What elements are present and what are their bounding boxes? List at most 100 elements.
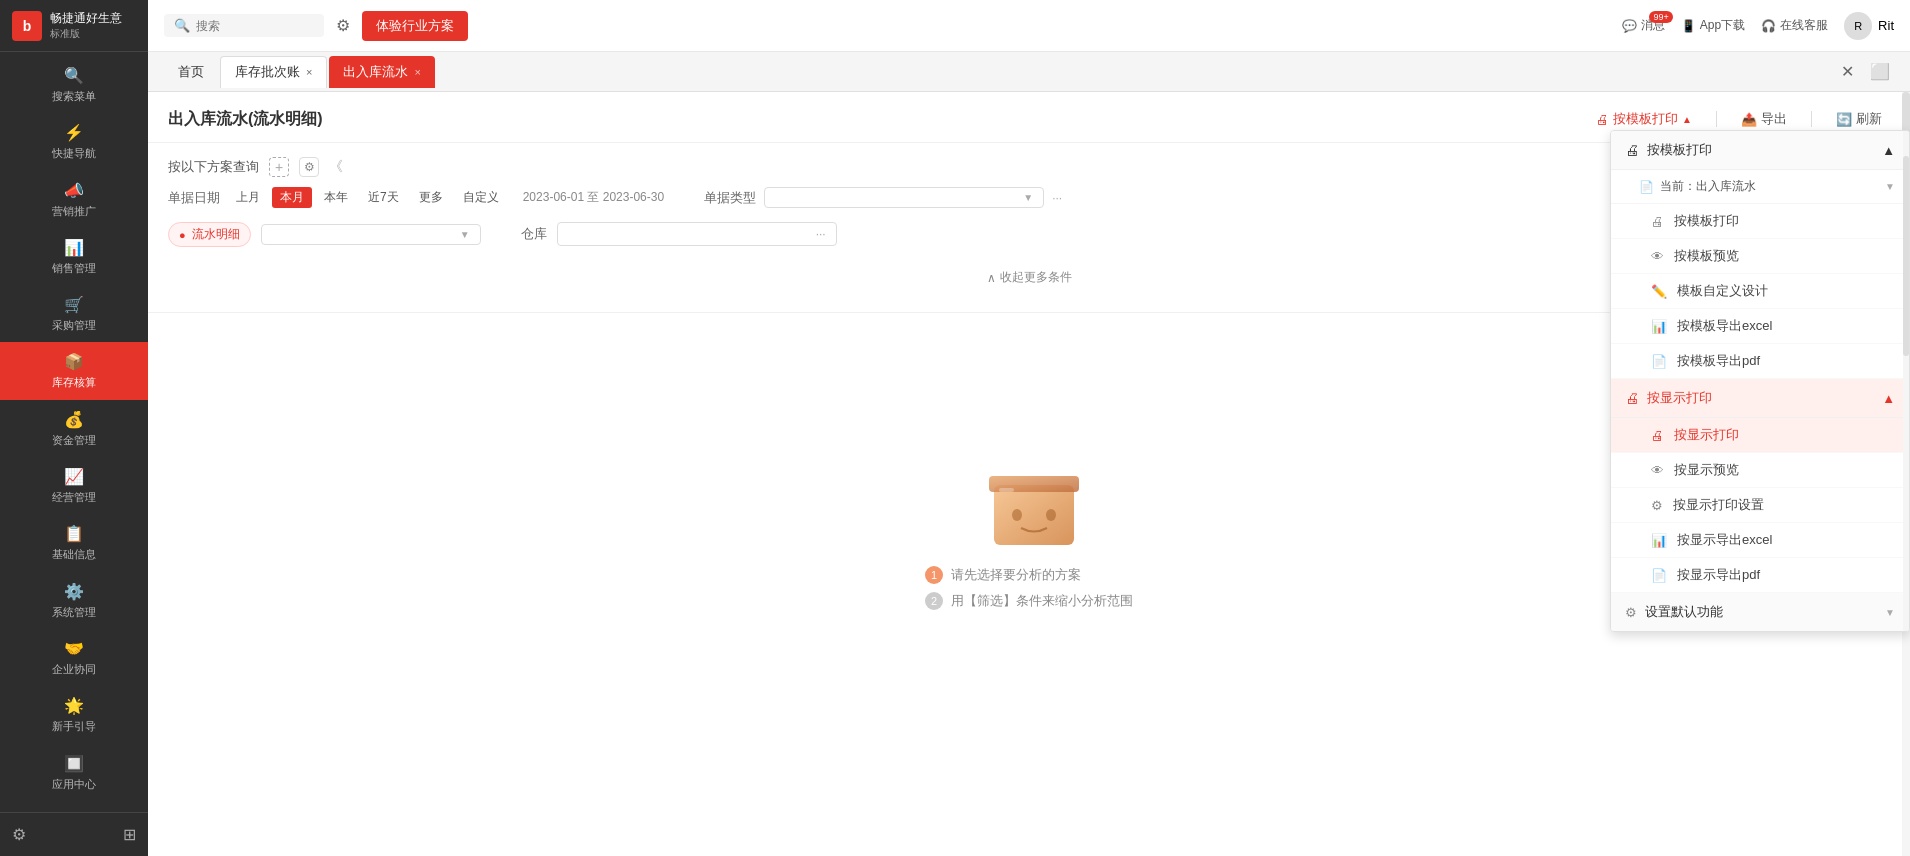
dropdown-section-template-print[interactable]: 🖨 按模板打印 ▲ (1611, 131, 1909, 170)
filter-chip-flow-detail[interactable]: ● 流水明细 (168, 222, 251, 247)
empty-illustration (979, 450, 1079, 550)
online-service-label: 在线客服 (1780, 17, 1828, 34)
export-button[interactable]: 📤 导出 (1733, 106, 1795, 132)
sidebar-logo: b 畅捷通好生意 标准版 (0, 0, 148, 52)
avatar-initial: R (1854, 20, 1862, 32)
tab-close-batch-account[interactable]: × (306, 66, 312, 78)
app-name: 畅捷通好生意 (50, 10, 122, 27)
dropdown-section2-label: 按显示打印 (1647, 389, 1712, 407)
display-preview-icon: 👁 (1651, 463, 1664, 478)
sidebar-item-wechat[interactable]: 💬 企业微信 (0, 801, 148, 812)
dropdown-item-display-print[interactable]: 🖨 按显示打印 (1611, 418, 1909, 453)
tab-home[interactable]: 首页 (164, 56, 218, 88)
tab-close-inventory-flow[interactable]: × (414, 66, 420, 78)
dropdown-item-display-export-pdf[interactable]: 📄 按显示导出pdf (1611, 558, 1909, 593)
filter-chip-label: 流水明细 (192, 226, 240, 243)
sidebar-item-label: 系统管理 (52, 605, 96, 619)
tab-batch-account[interactable]: 库存批次账 × (220, 56, 327, 88)
pdf-icon: 📄 (1651, 354, 1667, 369)
print-icon: 🖨 (1651, 214, 1664, 229)
sidebar-item-corp[interactable]: 🤝 企业协同 (0, 629, 148, 686)
preview-icon: 👁 (1651, 249, 1664, 264)
export-label: 导出 (1761, 110, 1787, 128)
sidebar-item-purchase[interactable]: 🛒 采购管理 (0, 285, 148, 342)
dropdown-item-display-export-excel[interactable]: 📊 按显示导出excel (1611, 523, 1909, 558)
svg-rect-4 (999, 488, 1014, 492)
sidebar-item-system[interactable]: ⚙️ 系统管理 (0, 572, 148, 629)
sidebar-item-basic[interactable]: 📋 基础信息 (0, 514, 148, 571)
basic-icon: 📋 (64, 524, 84, 543)
filter-settings-button[interactable]: ⚙ (299, 157, 319, 177)
chevron-up-icon: ▲ (1882, 143, 1895, 158)
print-template-button[interactable]: 🖨 按模板打印 ▲ (1588, 106, 1700, 132)
biz-type-select[interactable]: ▼ (261, 224, 481, 245)
chevron-up-icon: ▲ (1682, 114, 1692, 125)
dropdown-item-template-print[interactable]: 🖨 按模板打印 (1611, 204, 1909, 239)
tabbar-controls: ✕ ⬜ (1837, 58, 1894, 85)
tab-inventory-flow[interactable]: 出入库流水 × (329, 56, 434, 88)
dropdown-current-template[interactable]: 📄 当前：出入库流水 ▼ (1611, 170, 1909, 204)
chevron-down-icon: ▼ (1023, 192, 1033, 203)
display-print-settings-label: 按显示打印设置 (1673, 496, 1764, 514)
topbar-search-box[interactable]: 🔍 (164, 14, 324, 37)
search-input[interactable] (196, 19, 314, 33)
dropdown-item-template-export-excel[interactable]: 📊 按模板导出excel (1611, 309, 1909, 344)
dropdown-scrollbar-thumb[interactable] (1903, 156, 1909, 356)
dropdown-footer-default-function[interactable]: ⚙ 设置默认功能 ▼ (1611, 593, 1909, 631)
sidebar-item-label: 搜索菜单 (52, 89, 96, 103)
sidebar-item-sales[interactable]: 📊 销售管理 (0, 228, 148, 285)
dropdown-item-template-design[interactable]: ✏️ 模板自定义设计 (1611, 274, 1909, 309)
avatar: R (1844, 12, 1872, 40)
settings-icon[interactable]: ⚙ (12, 825, 26, 844)
message-button[interactable]: 💬 消息 99+ (1622, 17, 1665, 34)
home-tab-label: 首页 (178, 63, 204, 81)
sidebar-item-label: 营销推广 (52, 204, 96, 218)
system-icon: ⚙️ (64, 582, 84, 601)
sidebar-item-guide[interactable]: 🌟 新手引导 (0, 686, 148, 743)
online-service-button[interactable]: 🎧 在线客服 (1761, 17, 1828, 34)
collapse-button[interactable]: ∧ 收起更多条件 (987, 263, 1072, 292)
sidebar-item-quick-nav[interactable]: ⚡ 快捷导航 (0, 113, 148, 170)
sidebar-item-apps[interactable]: 🔲 应用中心 (0, 744, 148, 801)
dropdown-item-display-print-settings[interactable]: ⚙ 按显示打印设置 (1611, 488, 1909, 523)
date-tab-this-month[interactable]: 本月 (272, 187, 312, 208)
sidebar-item-label: 应用中心 (52, 777, 96, 791)
dropdown-item-template-preview[interactable]: 👁 按模板预览 (1611, 239, 1909, 274)
app-download-button[interactable]: 📱 App下载 (1681, 17, 1745, 34)
mobile-icon: 📱 (1681, 19, 1696, 33)
date-tab-this-year[interactable]: 本年 (316, 187, 356, 208)
sidebar-item-operation[interactable]: 📈 经营管理 (0, 457, 148, 514)
industry-solution-button[interactable]: 体验行业方案 (362, 11, 468, 41)
doc-type-select[interactable]: ▼ (764, 187, 1044, 208)
doc-type-more-button[interactable]: ··· (1052, 191, 1062, 205)
dropdown-item-template-export-pdf[interactable]: 📄 按模板导出pdf (1611, 344, 1909, 379)
maximize-icon[interactable]: ⬜ (1866, 58, 1894, 85)
filter-add-button[interactable]: + (269, 157, 289, 177)
filter-collapse-icon[interactable]: 《 (329, 158, 343, 176)
user-menu[interactable]: R Rit (1844, 12, 1894, 40)
step-1-text: 请先选择要分析的方案 (951, 566, 1081, 584)
dropdown-item-display-preview[interactable]: 👁 按显示预览 (1611, 453, 1909, 488)
page-actions: 🖨 按模板打印 ▲ 📤 导出 🔄 刷新 (1588, 106, 1890, 132)
sidebar-item-search[interactable]: 🔍 搜索菜单 (0, 56, 148, 113)
sidebar-item-label: 采购管理 (52, 318, 96, 332)
svg-point-2 (1012, 509, 1022, 521)
refresh-button[interactable]: 🔄 刷新 (1828, 106, 1890, 132)
dropdown-section-display-print[interactable]: 🖨 按显示打印 ▲ (1611, 379, 1909, 418)
sidebar-item-marketing[interactable]: 📣 营销推广 (0, 171, 148, 228)
sidebar-item-inventory[interactable]: 📦 库存核算 (0, 342, 148, 399)
operation-icon: 📈 (64, 467, 84, 486)
close-all-tabs-icon[interactable]: ✕ (1837, 58, 1858, 85)
date-tab-custom[interactable]: 自定义 (455, 187, 507, 208)
sidebar-item-label: 快捷导航 (52, 146, 96, 160)
print-template-label: 按模板打印 (1613, 110, 1678, 128)
date-tab-7days[interactable]: 近7天 (360, 187, 407, 208)
chevron-up-icon: ∧ (987, 271, 996, 285)
date-tab-last-month[interactable]: 上月 (228, 187, 268, 208)
sidebar-item-finance[interactable]: 💰 资金管理 (0, 400, 148, 457)
warehouse-select[interactable]: ··· (557, 222, 837, 246)
date-tab-more[interactable]: 更多 (411, 187, 451, 208)
export-icon: 📤 (1741, 112, 1757, 127)
collapse-sidebar-icon[interactable]: ⊞ (123, 825, 136, 844)
topbar-settings-icon[interactable]: ⚙ (336, 16, 350, 35)
